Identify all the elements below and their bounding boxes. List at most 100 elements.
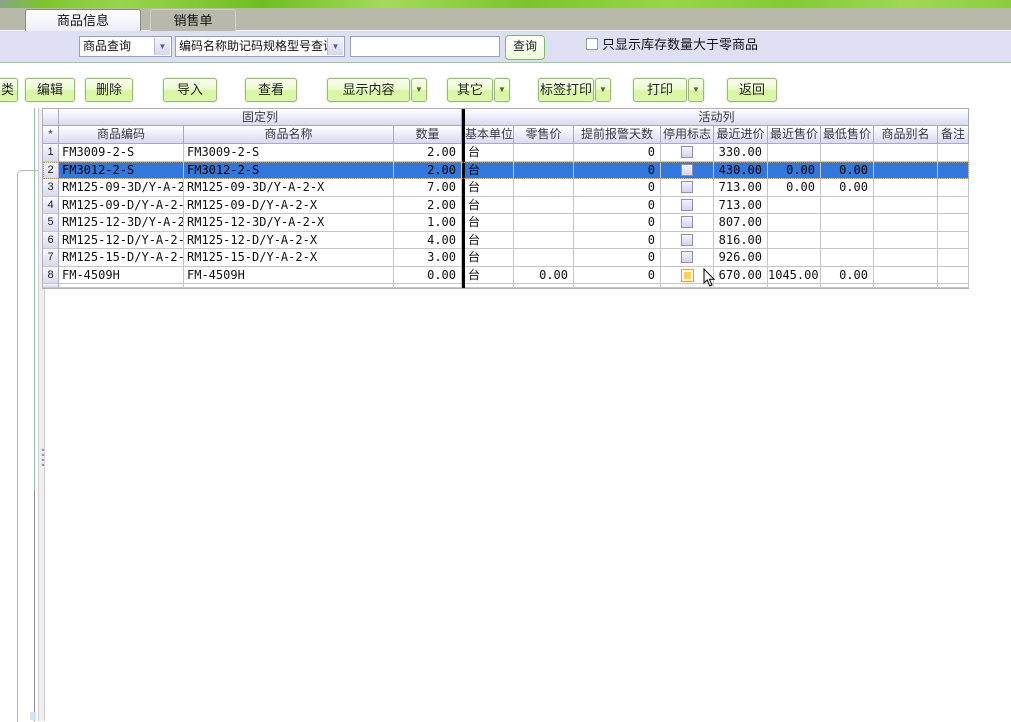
cell-unit[interactable]: 台: [465, 249, 514, 267]
column-header-lo[interactable]: 最低售价: [821, 126, 874, 144]
cell-note[interactable]: [938, 214, 969, 232]
cell-code[interactable]: RM125-12-D/Y-A-2-X: [59, 231, 184, 249]
disabled-flag-checkbox[interactable]: [681, 216, 693, 228]
cell-lp[interactable]: 807.00: [714, 214, 768, 232]
table-row[interactable]: 5RM125-12-3D/Y-A-2-XRM125-12-3D/Y-A-2-X1…: [43, 214, 969, 232]
cell-ls[interactable]: 0.00: [768, 179, 821, 197]
only-positive-stock-checkbox[interactable]: [586, 38, 598, 50]
disabled-flag-checkbox[interactable]: [681, 163, 693, 176]
cell-alarm[interactable]: 0: [574, 196, 661, 214]
cell-lo[interactable]: [821, 196, 874, 214]
cell-lp[interactable]: 816.00: [714, 231, 768, 249]
cell-lo[interactable]: 0.00: [821, 266, 874, 284]
cell-lo[interactable]: [821, 231, 874, 249]
cell-alias[interactable]: [874, 266, 938, 284]
search-input[interactable]: [350, 36, 500, 57]
cell-disabled[interactable]: [661, 144, 714, 162]
cell-alias[interactable]: [874, 214, 938, 232]
disabled-flag-checkbox[interactable]: [681, 233, 693, 246]
column-header-code[interactable]: 商品编码: [59, 126, 184, 144]
cell-name[interactable]: RM125-12-3D/Y-A-2-X: [184, 214, 394, 232]
cell-lp[interactable]: 430.00: [714, 161, 768, 179]
column-header-lp[interactable]: 最近进价: [714, 126, 768, 144]
chevron-down-icon[interactable]: ▼: [327, 38, 343, 55]
cell-lo[interactable]: [821, 144, 874, 162]
print-dropdown-icon[interactable]: ▼: [688, 78, 704, 102]
import-button[interactable]: 导入: [163, 78, 217, 102]
cell-note[interactable]: [938, 266, 969, 284]
display-content-button[interactable]: 显示内容: [327, 78, 410, 102]
cell-lp[interactable]: 670.00: [714, 266, 768, 284]
cell-name[interactable]: RM125-09-3D/Y-A-2-X: [184, 179, 394, 197]
disabled-flag-checkbox[interactable]: [681, 251, 693, 263]
display-content-dropdown-icon[interactable]: ▼: [411, 78, 427, 102]
column-header-retail[interactable]: 零售价: [514, 126, 574, 144]
column-header-num[interactable]: *: [43, 126, 59, 144]
cell-name[interactable]: FM3009-2-S: [184, 144, 394, 162]
view-button[interactable]: 查看: [245, 78, 297, 102]
cell-alias[interactable]: [874, 144, 938, 162]
cell-disabled[interactable]: [661, 161, 714, 179]
cell-unit[interactable]: 台: [465, 144, 514, 162]
cell-code[interactable]: RM125-09-3D/Y-A-2-X: [59, 179, 184, 197]
query-type-select[interactable]: 商品查询 ▼: [79, 36, 172, 57]
cell-ls[interactable]: 1045.00: [768, 266, 821, 284]
cell-num[interactable]: 4: [43, 196, 59, 214]
cell-retail[interactable]: [514, 196, 574, 214]
cell-note[interactable]: [938, 196, 969, 214]
column-header-ls[interactable]: 最近售价: [768, 126, 821, 144]
table-row[interactable]: 2 FM3012-2-S FM3012-2-S 2.00 台 0 430.00 0.00 0.0…: [43, 161, 969, 179]
cell-note[interactable]: [938, 249, 969, 267]
cell-ls[interactable]: [768, 196, 821, 214]
cell-qty[interactable]: 2.00: [394, 161, 462, 179]
cell-retail[interactable]: [514, 179, 574, 197]
cell-num[interactable]: 5: [43, 214, 59, 232]
tab-product-info[interactable]: 商品信息: [25, 9, 141, 32]
cell-disabled[interactable]: [661, 214, 714, 232]
cell-disabled[interactable]: [661, 196, 714, 214]
delete-button[interactable]: 删除: [85, 78, 133, 102]
column-header-disabled[interactable]: 停用标志: [661, 126, 714, 144]
cell-lo[interactable]: 0.00: [821, 161, 874, 179]
table-row[interactable]: 8 FM-4509H FM-4509H 0.00 台 0.00 0 670.00 1045.00…: [43, 266, 969, 284]
only-positive-stock-label[interactable]: 只显示库存数量大于零商品: [602, 37, 758, 53]
cell-unit[interactable]: 台: [465, 161, 514, 179]
column-header-note[interactable]: 备注: [938, 126, 969, 144]
cell-name[interactable]: FM3012-2-S: [184, 161, 394, 179]
disabled-flag-checkbox[interactable]: [681, 146, 693, 158]
cell-qty[interactable]: 4.00: [394, 231, 462, 249]
table-row[interactable]: 1 FM3009-2-S FM3009-2-S 2.00 台 0 330.00: [43, 144, 969, 162]
cell-alarm[interactable]: 0: [574, 266, 661, 284]
cell-alias[interactable]: [874, 231, 938, 249]
cell-unit[interactable]: 台: [465, 179, 514, 197]
cell-disabled[interactable]: [661, 249, 714, 267]
cell-code[interactable]: RM125-09-D/Y-A-2-X: [59, 196, 184, 214]
cell-alarm[interactable]: 0: [574, 231, 661, 249]
cell-alias[interactable]: [874, 196, 938, 214]
cell-qty[interactable]: 3.00: [394, 249, 462, 267]
cell-num[interactable]: 1: [43, 144, 59, 162]
cell-num[interactable]: 2: [43, 161, 59, 179]
cell-retail[interactable]: [514, 144, 574, 162]
cell-lp[interactable]: 713.00: [714, 196, 768, 214]
query-button[interactable]: 查询: [505, 35, 545, 60]
cell-lo[interactable]: [821, 249, 874, 267]
cell-code[interactable]: FM3012-2-S: [59, 161, 184, 179]
table-row[interactable]: 7 RM125-15-D/Y-A-2-X RM125-15-D/Y-A-2-X 3.0…: [43, 249, 969, 267]
cell-lp[interactable]: 926.00: [714, 249, 768, 267]
cell-lo[interactable]: 0.00: [821, 179, 874, 197]
back-button[interactable]: 返回: [727, 78, 777, 102]
cell-note[interactable]: [938, 144, 969, 162]
cell-code[interactable]: FM-4509H: [59, 266, 184, 284]
cell-alarm[interactable]: 0: [574, 249, 661, 267]
cell-num[interactable]: 8: [43, 266, 59, 284]
cell-retail[interactable]: [514, 161, 574, 179]
cell-alarm[interactable]: 0: [574, 179, 661, 197]
query-field-select[interactable]: 编码名称助记码规格型号查询 ▼: [175, 36, 345, 57]
cell-unit[interactable]: 台: [465, 196, 514, 214]
cell-name[interactable]: RM125-12-D/Y-A-2-X: [184, 231, 394, 249]
cell-disabled[interactable]: [661, 231, 714, 249]
cell-qty[interactable]: 0.00: [394, 266, 462, 284]
cell-alias[interactable]: [874, 179, 938, 197]
cell-qty[interactable]: 7.00: [394, 179, 462, 197]
